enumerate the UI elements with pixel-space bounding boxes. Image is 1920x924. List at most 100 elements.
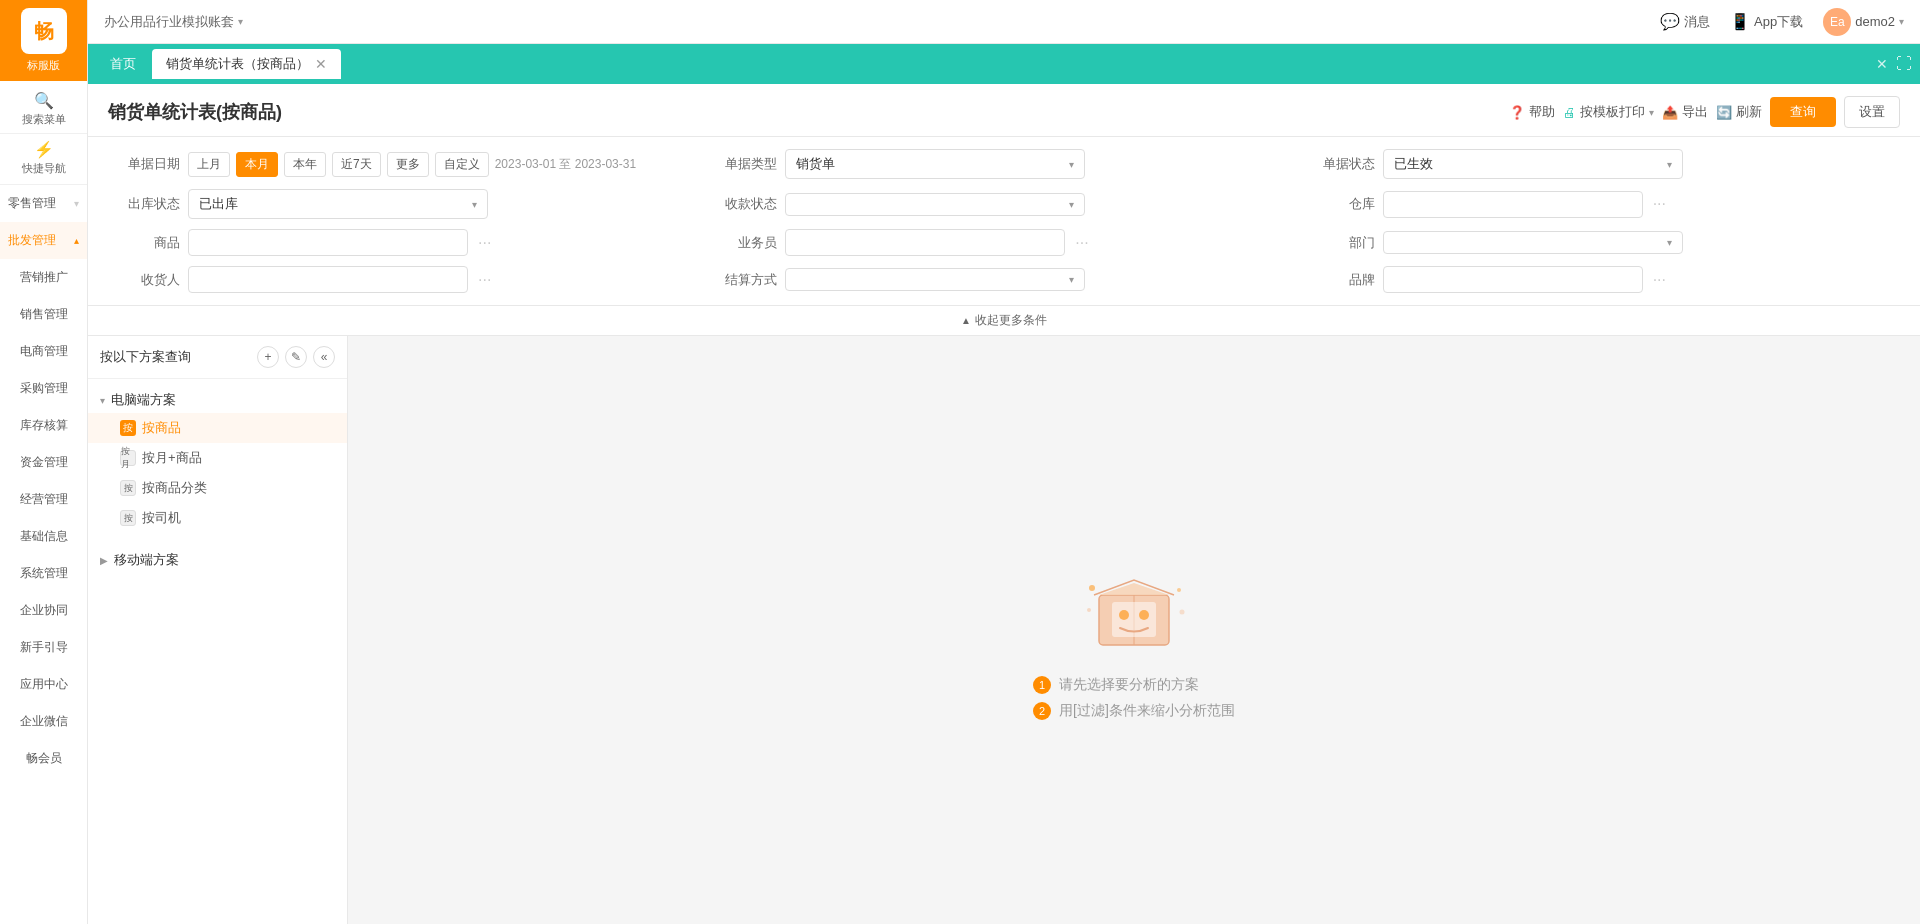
app-name: 办公用品行业模拟账套 ▾ bbox=[104, 13, 1644, 31]
sidebar: 畅 标服版 🔍 搜索菜单 ⚡ 快捷导航 零售管理 ▾ 批发管理 ▴ 营销推广 销… bbox=[0, 0, 88, 924]
brand-input[interactable] bbox=[1383, 266, 1643, 293]
date-filter-value: 上月 本月 本年 近7天 更多 bbox=[188, 152, 705, 177]
svg-point-6 bbox=[1089, 585, 1095, 591]
dept-select[interactable]: ▾ bbox=[1383, 231, 1683, 254]
empty-step-1: 1 请先选择要分析的方案 bbox=[1033, 676, 1235, 694]
scheme-item-by-month-goods-icon: 按月 bbox=[120, 450, 136, 466]
scheme-group-mobile-title[interactable]: ▶ 移动端方案 bbox=[88, 545, 347, 573]
sidebar-quick-nav[interactable]: ⚡ 快捷导航 bbox=[0, 134, 87, 185]
user-profile[interactable]: Ea demo2 ▾ bbox=[1823, 8, 1904, 36]
receiver-dots-btn[interactable]: ··· bbox=[474, 271, 495, 289]
scheme-item-by-goods-icon: 按 bbox=[120, 420, 136, 436]
sidebar-item-member[interactable]: 畅会员 bbox=[0, 740, 87, 777]
scheme-item-by-month-goods[interactable]: 按月 按月+商品 bbox=[88, 443, 347, 473]
export-icon: 📤 bbox=[1662, 105, 1678, 120]
scheme-group-desktop-title[interactable]: ▾ 电脑端方案 bbox=[88, 385, 347, 413]
refresh-btn[interactable]: 🔄 刷新 bbox=[1716, 103, 1762, 121]
date-btn-this-year[interactable]: 本年 bbox=[284, 152, 326, 177]
sidebar-item-operations[interactable]: 经营管理 bbox=[0, 481, 87, 518]
tab-close-icon[interactable]: ✕ bbox=[315, 57, 327, 71]
tab-bar-actions: ✕ ⛶ bbox=[1876, 55, 1912, 73]
out-status-select[interactable]: 已出库 ▾ bbox=[188, 189, 488, 219]
date-btn-more[interactable]: 更多 bbox=[387, 152, 429, 177]
sidebar-item-retail[interactable]: 零售管理 ▾ bbox=[0, 185, 87, 222]
settings-btn[interactable]: 设置 bbox=[1844, 96, 1900, 128]
empty-state: 1 请先选择要分析的方案 2 用[过滤]条件来缩小分析范围 bbox=[993, 500, 1275, 760]
sidebar-item-app-center[interactable]: 应用中心 bbox=[0, 666, 87, 703]
salesperson-dots-btn[interactable]: ··· bbox=[1071, 234, 1092, 252]
date-btn-last-month[interactable]: 上月 bbox=[188, 152, 230, 177]
header-actions: 💬 消息 📱 App下载 Ea demo2 ▾ bbox=[1660, 8, 1904, 36]
scheme-panel-title: 按以下方案查询 bbox=[100, 348, 191, 366]
app-download-btn[interactable]: 📱 App下载 bbox=[1730, 12, 1803, 31]
date-btn-custom[interactable]: 自定义 bbox=[435, 152, 489, 177]
doc-status-label: 单据状态 bbox=[1303, 155, 1383, 173]
tab-sales-stat[interactable]: 销货单统计表（按商品） ✕ bbox=[152, 49, 341, 79]
payment-method-label: 结算方式 bbox=[705, 271, 785, 289]
scheme-collapse-btn[interactable]: « bbox=[313, 346, 335, 368]
export-btn[interactable]: 📤 导出 bbox=[1662, 103, 1708, 121]
sidebar-item-purchase[interactable]: 采购管理 bbox=[0, 370, 87, 407]
sidebar-item-wholesale[interactable]: 批发管理 ▴ bbox=[0, 222, 87, 259]
query-btn[interactable]: 查询 bbox=[1770, 97, 1836, 127]
goods-input[interactable] bbox=[188, 229, 468, 256]
payment-method-select[interactable]: ▾ bbox=[785, 268, 1085, 291]
sidebar-item-corp-wechat[interactable]: 企业微信 bbox=[0, 703, 87, 740]
search-label: 搜索菜单 bbox=[22, 112, 66, 127]
doc-status-dropdown-icon: ▾ bbox=[1667, 159, 1672, 170]
receiver-input[interactable] bbox=[188, 266, 468, 293]
doc-type-select[interactable]: 销货单 ▾ bbox=[785, 149, 1085, 179]
message-btn[interactable]: 💬 消息 bbox=[1660, 12, 1710, 31]
goods-dots-btn[interactable]: ··· bbox=[474, 234, 495, 252]
sidebar-item-inventory[interactable]: 库存核算 bbox=[0, 407, 87, 444]
scheme-item-by-printer[interactable]: 按 按司机 bbox=[88, 503, 347, 533]
tab-close-all-icon[interactable]: ✕ bbox=[1876, 56, 1888, 72]
doc-type-dropdown-icon: ▾ bbox=[1069, 159, 1074, 170]
sidebar-item-newbie[interactable]: 新手引导 bbox=[0, 629, 87, 666]
warehouse-dots-btn[interactable]: ··· bbox=[1649, 195, 1670, 213]
scheme-item-by-goods-category[interactable]: 按 按商品分类 bbox=[88, 473, 347, 503]
help-icon: ❓ bbox=[1509, 105, 1525, 120]
logo-text: 标服版 bbox=[27, 58, 60, 73]
receiver-label: 收货人 bbox=[108, 271, 188, 289]
help-btn[interactable]: ❓ 帮助 bbox=[1509, 103, 1555, 121]
collapse-up-icon: ▲ bbox=[961, 315, 971, 326]
sidebar-search-item[interactable]: 🔍 搜索菜单 bbox=[0, 81, 87, 134]
sidebar-item-ecommerce[interactable]: 电商管理 bbox=[0, 333, 87, 370]
tab-expand-icon[interactable]: ⛶ bbox=[1896, 55, 1912, 73]
salesperson-input[interactable] bbox=[785, 229, 1065, 256]
step-2-num: 2 bbox=[1033, 702, 1051, 720]
empty-box-svg bbox=[1074, 540, 1194, 660]
app-dropdown-icon[interactable]: ▾ bbox=[238, 16, 243, 27]
mobile-expand-icon: ▶ bbox=[100, 555, 108, 566]
date-btn-last-7-days[interactable]: 近7天 bbox=[332, 152, 381, 177]
sidebar-logo[interactable]: 畅 标服版 bbox=[0, 0, 87, 81]
collect-status-select[interactable]: ▾ bbox=[785, 193, 1085, 216]
collapse-more-btn[interactable]: ▲ 收起更多条件 bbox=[88, 306, 1920, 336]
print-btn[interactable]: 🖨 按模板打印 ▾ bbox=[1563, 103, 1654, 121]
sidebar-item-basic[interactable]: 基础信息 bbox=[0, 518, 87, 555]
scheme-group-desktop: ▾ 电脑端方案 按 按商品 按月 按月+商品 按 bbox=[88, 379, 347, 539]
scheme-item-by-goods[interactable]: 按 按商品 bbox=[88, 413, 347, 443]
scheme-group-mobile: ▶ 移动端方案 bbox=[88, 539, 347, 579]
doc-type-filter: 销货单 ▾ bbox=[785, 149, 1302, 179]
salesperson-label: 业务员 bbox=[705, 234, 785, 252]
scheme-add-btn[interactable]: + bbox=[257, 346, 279, 368]
sidebar-item-sales[interactable]: 销售管理 bbox=[0, 296, 87, 333]
brand-filter: ··· bbox=[1383, 266, 1900, 293]
sidebar-item-enterprise[interactable]: 企业协同 bbox=[0, 592, 87, 629]
expand-icon: ▾ bbox=[100, 395, 105, 406]
content-wrapper: 按以下方案查询 + ✎ « bbox=[88, 336, 1920, 924]
tab-home[interactable]: 首页 bbox=[96, 49, 150, 79]
empty-icon bbox=[1074, 540, 1194, 660]
warehouse-input[interactable] bbox=[1383, 191, 1643, 218]
warehouse-filter: ··· bbox=[1383, 191, 1900, 218]
sidebar-item-marketing[interactable]: 营销推广 bbox=[0, 259, 87, 296]
date-btn-this-month[interactable]: 本月 bbox=[236, 152, 278, 177]
print-icon: 🖨 bbox=[1563, 105, 1576, 120]
scheme-edit-btn[interactable]: ✎ bbox=[285, 346, 307, 368]
sidebar-item-system[interactable]: 系统管理 bbox=[0, 555, 87, 592]
sidebar-item-finance[interactable]: 资金管理 bbox=[0, 444, 87, 481]
doc-status-select[interactable]: 已生效 ▾ bbox=[1383, 149, 1683, 179]
brand-dots-btn[interactable]: ··· bbox=[1649, 271, 1670, 289]
